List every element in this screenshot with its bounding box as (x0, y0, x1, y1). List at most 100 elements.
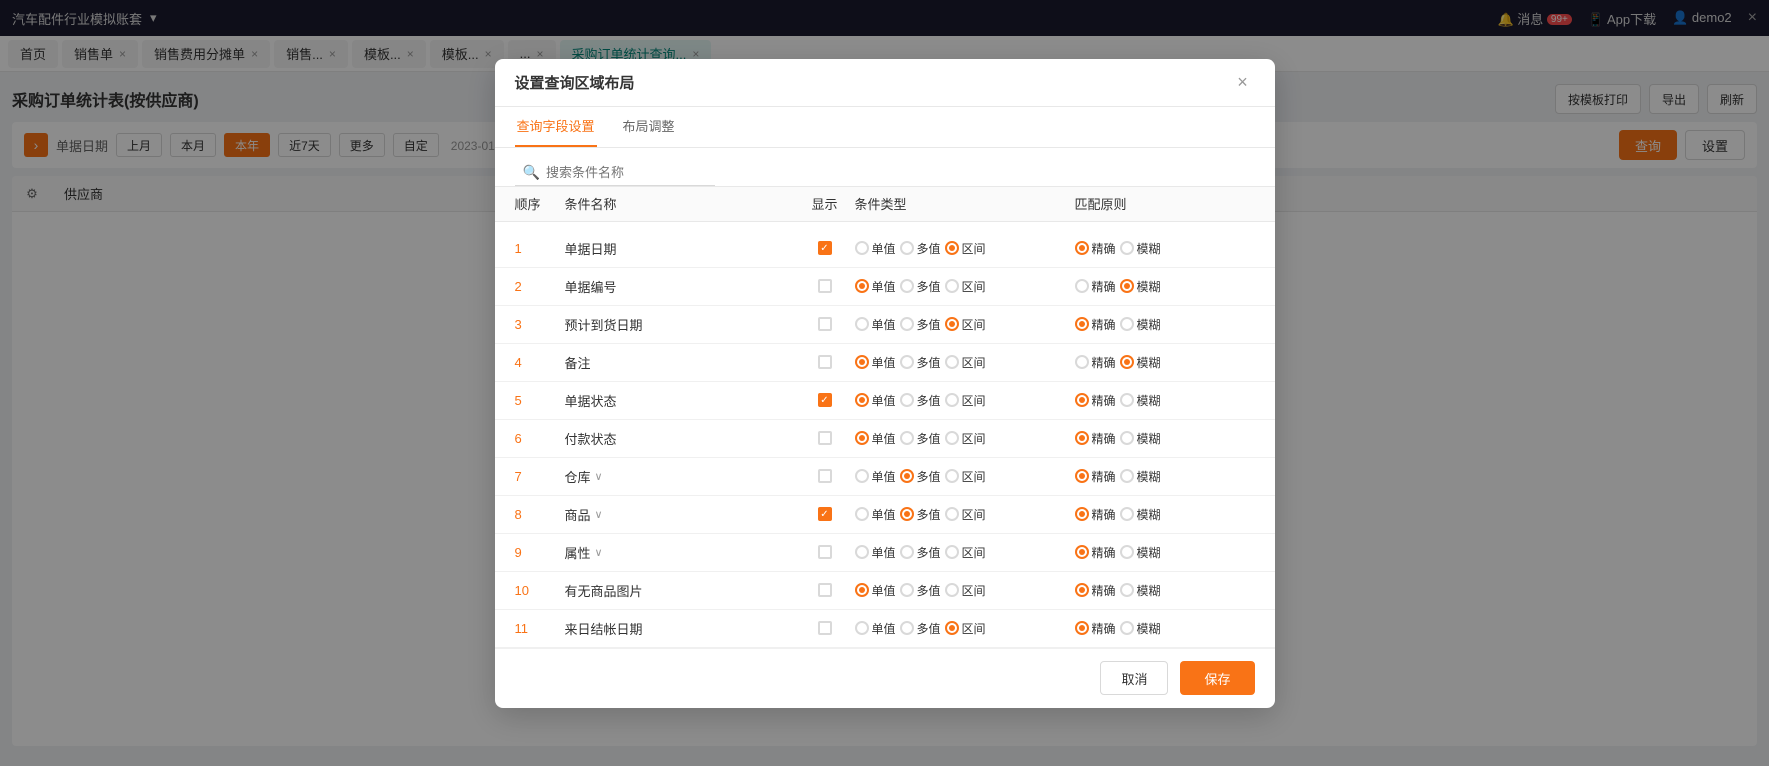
row-2-type-single[interactable]: 单值 (855, 316, 896, 333)
row-10-type-range[interactable]: 区间 (945, 620, 986, 637)
row-4-show-checkbox[interactable]: ✓ (795, 393, 855, 407)
modal-tab-layout[interactable]: 布局调整 (621, 107, 677, 147)
row-7-match-fuzzy[interactable]: 模糊 (1120, 506, 1161, 523)
row-8-type-multi[interactable]: 多值 (900, 544, 941, 561)
row-4-match-exact[interactable]: 精确 (1075, 392, 1116, 409)
row-6-match-fuzzy-radio[interactable] (1120, 469, 1134, 483)
row-4-type-range[interactable]: 区间 (945, 392, 986, 409)
row-1-match-fuzzy[interactable]: 模糊 (1120, 278, 1161, 295)
row-8-checkbox[interactable] (818, 545, 832, 559)
row-2-match-exact[interactable]: 精确 (1075, 316, 1116, 333)
row-2-type-range[interactable]: 区间 (945, 316, 986, 333)
row-7-match-exact[interactable]: 精确 (1075, 506, 1116, 523)
row-5-checkbox[interactable] (818, 431, 832, 445)
row-1-show-checkbox[interactable] (795, 279, 855, 293)
row-1-type-range[interactable]: 区间 (945, 278, 986, 295)
row-5-type-single-radio[interactable] (855, 431, 869, 445)
row-4-type-single-radio[interactable] (855, 393, 869, 407)
row-10-type-single-radio[interactable] (855, 621, 869, 635)
row-1-match-exact[interactable]: 精确 (1075, 278, 1116, 295)
row-0-match-fuzzy-radio[interactable] (1120, 241, 1134, 255)
row-4-type-multi-radio[interactable] (900, 393, 914, 407)
row-0-type-multi-radio[interactable] (900, 241, 914, 255)
row-6-match-fuzzy[interactable]: 模糊 (1120, 468, 1161, 485)
row-7-show-checkbox[interactable]: ✓ (795, 507, 855, 521)
row-10-show-checkbox[interactable] (795, 621, 855, 635)
row-1-type-multi-radio[interactable] (900, 279, 914, 293)
row-2-type-multi-radio[interactable] (900, 317, 914, 331)
row-7-type-multi[interactable]: 多值 (900, 506, 941, 523)
row-3-checkbox[interactable] (818, 355, 832, 369)
row-7-checkbox[interactable]: ✓ (818, 507, 832, 521)
row-4-match-fuzzy-radio[interactable] (1120, 393, 1134, 407)
row-9-type-single-radio[interactable] (855, 583, 869, 597)
row-7-type-range[interactable]: 区间 (945, 506, 986, 523)
row-8-match-fuzzy-radio[interactable] (1120, 545, 1134, 559)
row-9-match-fuzzy-radio[interactable] (1120, 583, 1134, 597)
row-7-expand-icon[interactable]: ∨ (595, 508, 603, 521)
row-9-match-exact-radio[interactable] (1075, 583, 1089, 597)
row-1-checkbox[interactable] (818, 279, 832, 293)
row-6-show-checkbox[interactable] (795, 469, 855, 483)
row-9-type-single[interactable]: 单值 (855, 582, 896, 599)
row-9-show-checkbox[interactable] (795, 583, 855, 597)
row-6-type-range[interactable]: 区间 (945, 468, 986, 485)
row-0-match-exact[interactable]: 精确 (1075, 240, 1116, 257)
row-3-match-fuzzy[interactable]: 模糊 (1120, 354, 1161, 371)
row-10-type-single[interactable]: 单值 (855, 620, 896, 637)
row-0-match-exact-radio[interactable] (1075, 241, 1089, 255)
row-9-checkbox[interactable] (818, 583, 832, 597)
row-5-match-exact-radio[interactable] (1075, 431, 1089, 445)
row-10-match-exact-radio[interactable] (1075, 621, 1089, 635)
row-6-type-multi[interactable]: 多值 (900, 468, 941, 485)
row-10-type-multi-radio[interactable] (900, 621, 914, 635)
row-8-type-single[interactable]: 单值 (855, 544, 896, 561)
row-5-match-exact[interactable]: 精确 (1075, 430, 1116, 447)
row-10-match-fuzzy[interactable]: 模糊 (1120, 620, 1161, 637)
row-6-expand-icon[interactable]: ∨ (595, 470, 603, 483)
row-8-match-fuzzy[interactable]: 模糊 (1120, 544, 1161, 561)
row-0-match-fuzzy[interactable]: 模糊 (1120, 240, 1161, 257)
save-button[interactable]: 保存 (1180, 661, 1254, 695)
row-5-type-range-radio[interactable] (945, 431, 959, 445)
row-3-type-single-radio[interactable] (855, 355, 869, 369)
row-3-type-multi[interactable]: 多值 (900, 354, 941, 371)
row-5-type-range[interactable]: 区间 (945, 430, 986, 447)
row-3-match-exact-radio[interactable] (1075, 355, 1089, 369)
row-9-type-range[interactable]: 区间 (945, 582, 986, 599)
row-9-type-range-radio[interactable] (945, 583, 959, 597)
row-6-match-exact[interactable]: 精确 (1075, 468, 1116, 485)
row-6-type-range-radio[interactable] (945, 469, 959, 483)
row-9-type-multi[interactable]: 多值 (900, 582, 941, 599)
row-6-type-single[interactable]: 单值 (855, 468, 896, 485)
row-2-checkbox[interactable] (818, 317, 832, 331)
row-7-match-exact-radio[interactable] (1075, 507, 1089, 521)
row-4-match-fuzzy[interactable]: 模糊 (1120, 392, 1161, 409)
row-8-type-range[interactable]: 区间 (945, 544, 986, 561)
row-2-type-single-radio[interactable] (855, 317, 869, 331)
row-6-checkbox[interactable] (818, 469, 832, 483)
row-3-type-range[interactable]: 区间 (945, 354, 986, 371)
row-8-type-single-radio[interactable] (855, 545, 869, 559)
row-4-type-range-radio[interactable] (945, 393, 959, 407)
row-0-type-multi[interactable]: 多值 (900, 240, 941, 257)
row-0-type-single-radio[interactable] (855, 241, 869, 255)
row-1-type-range-radio[interactable] (945, 279, 959, 293)
row-3-type-single[interactable]: 单值 (855, 354, 896, 371)
row-0-type-single[interactable]: 单值 (855, 240, 896, 257)
search-input[interactable] (546, 165, 706, 180)
row-3-match-fuzzy-radio[interactable] (1120, 355, 1134, 369)
row-7-match-fuzzy-radio[interactable] (1120, 507, 1134, 521)
row-7-type-range-radio[interactable] (945, 507, 959, 521)
cancel-button[interactable]: 取消 (1100, 661, 1168, 695)
row-8-type-multi-radio[interactable] (900, 545, 914, 559)
row-8-match-exact-radio[interactable] (1075, 545, 1089, 559)
row-1-type-single[interactable]: 单值 (855, 278, 896, 295)
row-1-match-exact-radio[interactable] (1075, 279, 1089, 293)
row-1-type-multi[interactable]: 多值 (900, 278, 941, 295)
row-10-type-multi[interactable]: 多值 (900, 620, 941, 637)
row-4-type-single[interactable]: 单值 (855, 392, 896, 409)
row-3-match-exact[interactable]: 精确 (1075, 354, 1116, 371)
row-5-match-fuzzy-radio[interactable] (1120, 431, 1134, 445)
row-5-match-fuzzy[interactable]: 模糊 (1120, 430, 1161, 447)
